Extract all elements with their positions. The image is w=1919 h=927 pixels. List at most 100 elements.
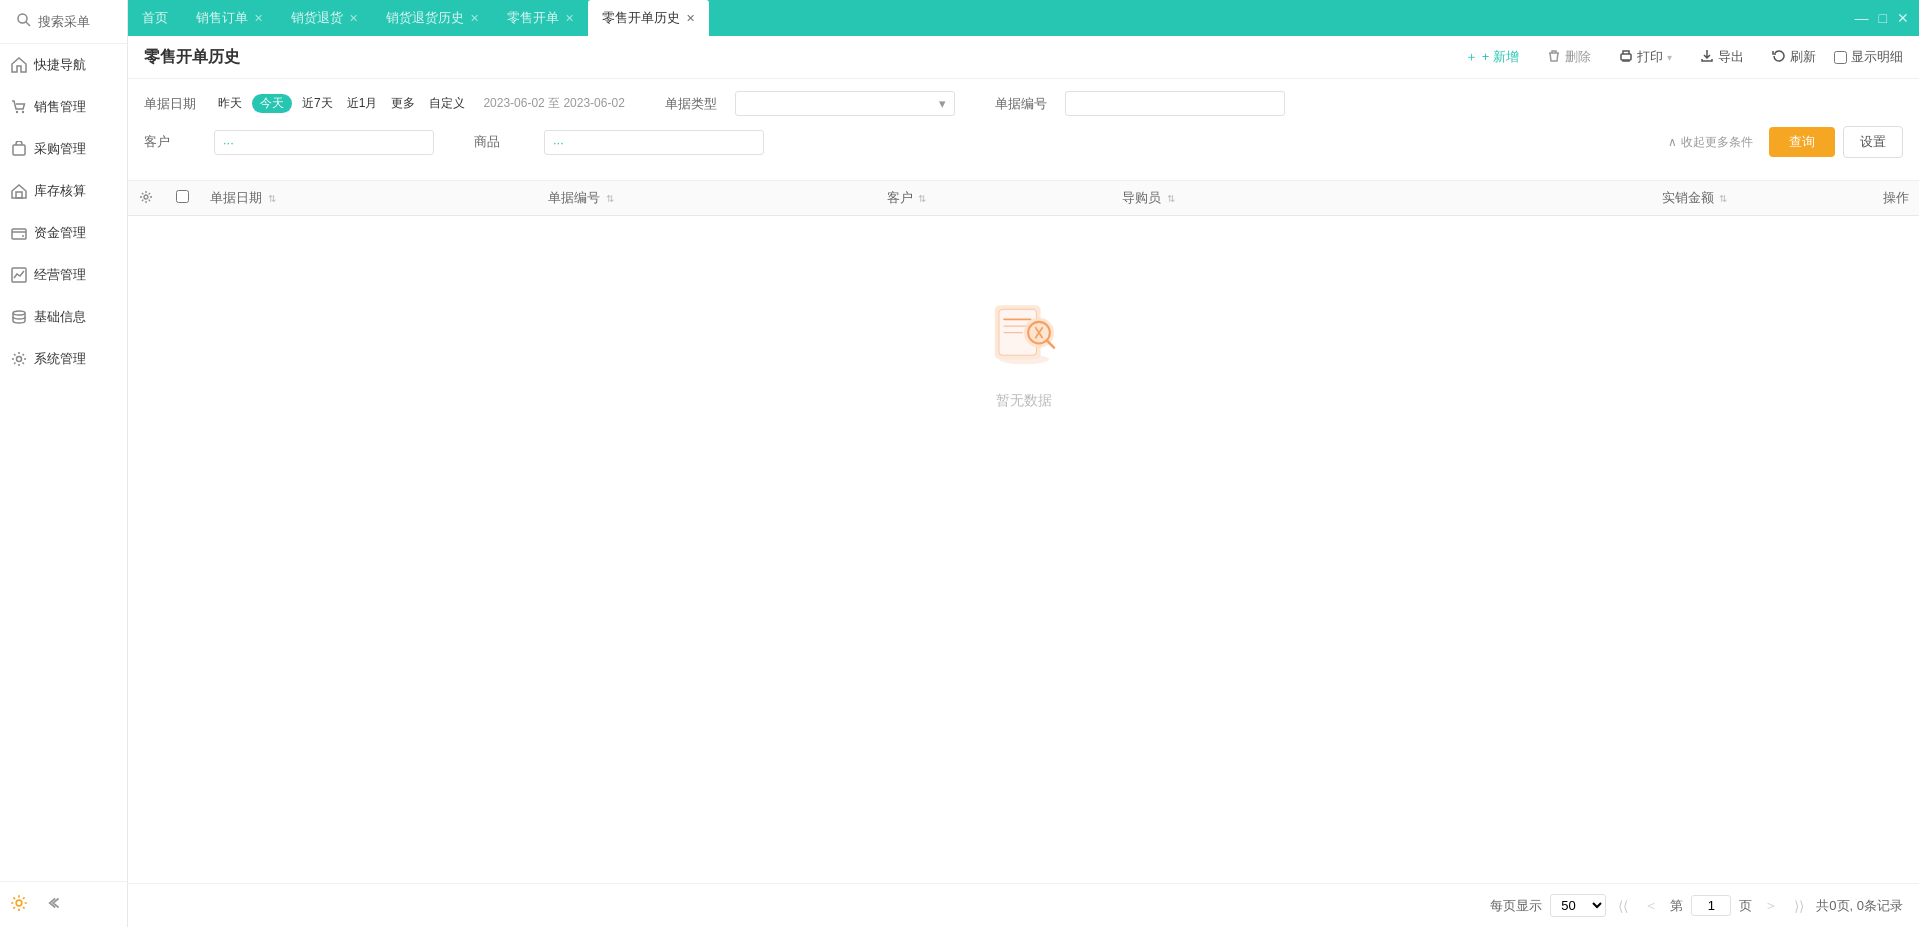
tab-sales-return[interactable]: 销货退货 ✕	[277, 0, 372, 36]
per-page-label: 每页显示	[1490, 897, 1542, 915]
sidebar-item-basic-info[interactable]: 基础信息	[0, 296, 127, 338]
toolbar-actions: ＋ + 新增 删除	[1455, 44, 1903, 70]
tab-sales-order[interactable]: 销售订单 ✕	[182, 0, 277, 36]
sidebar-item-quick-nav[interactable]: 快捷导航	[0, 44, 127, 86]
date-shortcut-custom[interactable]: 自定义	[425, 94, 469, 113]
show-detail-input[interactable]	[1834, 51, 1847, 64]
sidebar-item-sales-mgmt[interactable]: 销售管理	[0, 86, 127, 128]
tab-home-label: 首页	[142, 9, 168, 27]
tab-sales-return-history[interactable]: 销货退货历史 ✕	[372, 0, 493, 36]
add-icon: ＋	[1465, 48, 1478, 66]
svg-rect-12	[1621, 54, 1631, 60]
query-button[interactable]: 查询	[1769, 127, 1835, 157]
sidebar-item-label: 经营管理	[34, 266, 86, 284]
sidebar-collapse-button[interactable]	[44, 894, 62, 915]
sidebar-item-label: 采购管理	[34, 140, 86, 158]
sidebar-item-inventory[interactable]: 库存核算	[0, 170, 127, 212]
window-minimize-button[interactable]: —	[1855, 10, 1869, 26]
doc-no-label: 单据编号	[995, 95, 1065, 113]
sidebar-item-sys-mgmt[interactable]: 系统管理	[0, 338, 127, 380]
svg-point-10	[17, 357, 22, 362]
svg-point-0	[18, 14, 27, 23]
tab-sales-order-close[interactable]: ✕	[254, 12, 263, 25]
sidebar-item-operations[interactable]: 经营管理	[0, 254, 127, 296]
show-detail-checkbox[interactable]: 显示明细	[1834, 48, 1903, 66]
sidebar-item-purchase-mgmt[interactable]: 采购管理	[0, 128, 127, 170]
sidebar-search-label: 搜索采单	[38, 13, 90, 31]
date-shortcut-today[interactable]: 今天	[252, 94, 292, 113]
tab-sales-return-close[interactable]: ✕	[349, 12, 358, 25]
tab-retail-open-history[interactable]: 零售开单历史 ✕	[588, 0, 709, 36]
per-page-select[interactable]: 50 10 20 100	[1550, 894, 1606, 917]
th-customer[interactable]: 客户 ⇅	[877, 181, 1113, 216]
table-header: 单据日期 ⇅ 单据编号 ⇅ 客户 ⇅ 导购员 ⇅	[128, 181, 1919, 216]
goods-dots: ···	[553, 135, 564, 150]
date-shortcut-more[interactable]: 更多	[387, 94, 419, 113]
window-close-button[interactable]: ✕	[1897, 10, 1909, 26]
tab-retail-open-history-close[interactable]: ✕	[686, 12, 695, 25]
sidebar-search[interactable]: 搜索采单	[0, 0, 127, 44]
customer-dots: ···	[223, 135, 234, 150]
prev-page-button[interactable]: ＜	[1640, 895, 1662, 917]
svg-rect-6	[12, 229, 26, 239]
chart-icon	[10, 266, 28, 284]
tab-sales-return-history-close[interactable]: ✕	[470, 12, 479, 25]
settings-icon	[10, 350, 28, 368]
tabs-bar: 首页 销售订单 ✕ 销货退货 ✕ 销货退货历史 ✕ 零售开单 ✕ 零售开单历史 …	[128, 0, 1919, 36]
collapse-filter-button[interactable]: ∧ 收起更多条件	[1668, 134, 1753, 151]
th-doc-no[interactable]: 单据编号 ⇅	[538, 181, 876, 216]
refresh-button[interactable]: 刷新	[1762, 44, 1826, 70]
filter-area: 单据日期 昨天 今天 近7天 近1月 更多 自定义 2023-06-02 至 2…	[128, 79, 1919, 181]
table-container: 单据日期 ⇅ 单据编号 ⇅ 客户 ⇅ 导购员 ⇅	[128, 181, 1919, 883]
svg-line-1	[26, 22, 30, 26]
window-maximize-button[interactable]: □	[1879, 10, 1887, 26]
tab-retail-open-close[interactable]: ✕	[565, 12, 574, 25]
svg-point-2	[16, 111, 18, 113]
empty-text: 暂无数据	[996, 392, 1052, 410]
th-doc-date[interactable]: 单据日期 ⇅	[200, 181, 538, 216]
first-page-button[interactable]: ⟨⟨	[1614, 896, 1632, 916]
refresh-icon	[1772, 49, 1786, 66]
export-button[interactable]: 导出	[1690, 44, 1754, 70]
doc-type-select[interactable]: ▾	[735, 91, 955, 116]
delete-button[interactable]: 删除	[1537, 44, 1601, 70]
main-content: 首页 销售订单 ✕ 销货退货 ✕ 销货退货历史 ✕ 零售开单 ✕ 零售开单历史 …	[128, 0, 1919, 927]
sort-customer-icon: ⇅	[918, 193, 926, 204]
date-shortcut-1month[interactable]: 近1月	[343, 94, 382, 113]
wallet-icon	[10, 224, 28, 242]
date-shortcut-7days[interactable]: 近7天	[298, 94, 337, 113]
tab-sales-order-label: 销售订单	[196, 9, 248, 27]
settings-gear-button[interactable]	[10, 894, 28, 915]
svg-rect-5	[16, 192, 22, 198]
date-shortcut-yesterday[interactable]: 昨天	[214, 94, 246, 113]
print-dropdown-arrow[interactable]: ▾	[1667, 52, 1672, 63]
svg-point-13	[144, 195, 148, 199]
doc-no-input[interactable]	[1065, 91, 1285, 116]
page-container: 零售开单历史 ＋ + 新增 删除	[128, 36, 1919, 927]
page-number-input[interactable]	[1691, 895, 1731, 916]
sidebar-item-finance[interactable]: 资金管理	[0, 212, 127, 254]
svg-rect-4	[13, 145, 25, 155]
delete-icon	[1547, 49, 1561, 66]
window-controls: — □ ✕	[1845, 10, 1919, 26]
sidebar-item-label: 基础信息	[34, 308, 86, 326]
tab-home[interactable]: 首页	[128, 0, 182, 36]
box-icon	[10, 140, 28, 158]
tab-sales-return-label: 销货退货	[291, 9, 343, 27]
add-button[interactable]: ＋ + 新增	[1455, 44, 1529, 70]
select-all-checkbox[interactable]	[176, 190, 189, 203]
last-page-button[interactable]: ⟩⟩	[1790, 896, 1808, 916]
tab-retail-open[interactable]: 零售开单 ✕	[493, 0, 588, 36]
customer-select[interactable]: ···	[214, 130, 434, 155]
goods-select[interactable]: ···	[544, 130, 764, 155]
doc-type-label: 单据类型	[665, 95, 735, 113]
th-guide[interactable]: 导购员 ⇅	[1112, 181, 1399, 216]
print-button[interactable]: 打印 ▾	[1609, 44, 1682, 70]
th-settings[interactable]	[128, 181, 164, 216]
toolbar: 零售开单历史 ＋ + 新增 删除	[128, 36, 1919, 79]
next-page-button[interactable]: ＞	[1760, 895, 1782, 917]
th-checkbox[interactable]	[164, 181, 200, 216]
th-actual-amount[interactable]: 实销金额 ⇅	[1399, 181, 1737, 216]
settings-button[interactable]: 设置	[1843, 126, 1903, 158]
th-actions: 操作	[1737, 181, 1919, 216]
